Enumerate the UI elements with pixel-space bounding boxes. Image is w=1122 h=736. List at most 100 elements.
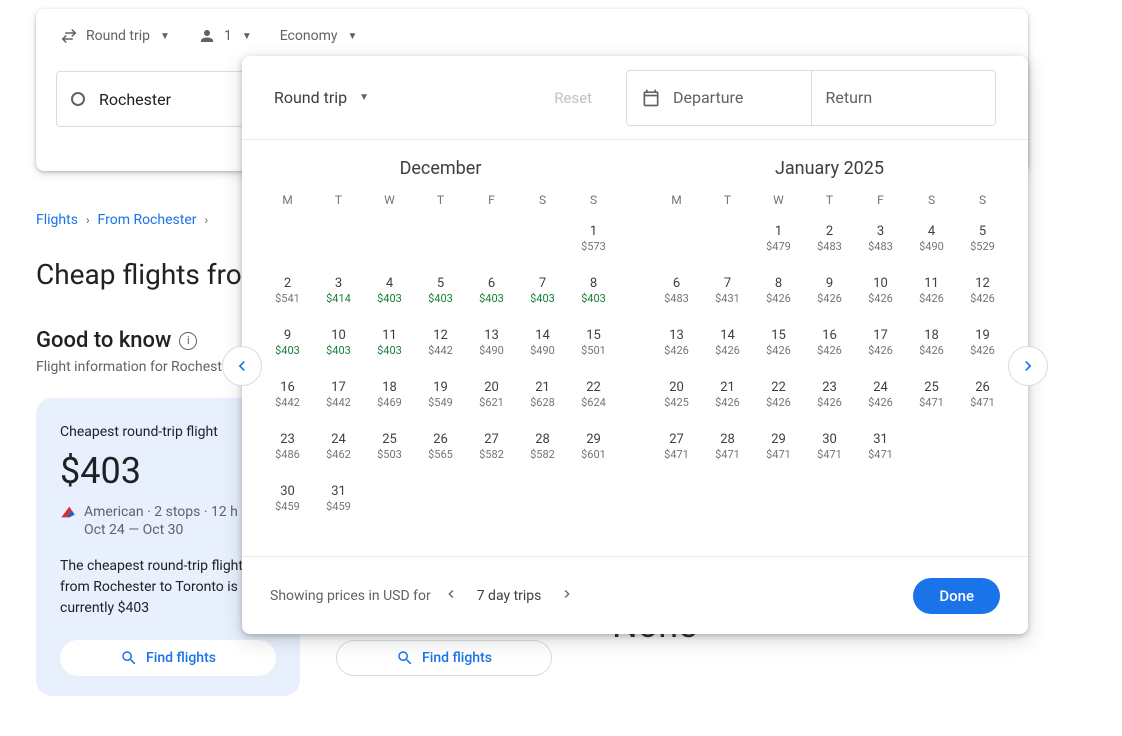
calendar-day[interactable]: 20$621 <box>466 371 517 417</box>
day-price: $431 <box>715 292 740 305</box>
calendar-day[interactable]: 25$471 <box>906 371 957 417</box>
day-price: $442 <box>428 344 453 357</box>
day-number: 29 <box>771 432 786 447</box>
calendar-day[interactable]: 26$565 <box>415 423 466 469</box>
calendar-day[interactable]: 8$426 <box>753 267 804 313</box>
day-price: $403 <box>530 292 555 305</box>
calendar-day[interactable]: 17$442 <box>313 371 364 417</box>
next-month-button[interactable] <box>1008 346 1048 386</box>
calendar-day[interactable]: 11$426 <box>906 267 957 313</box>
calendar-day[interactable]: 30$471 <box>804 423 855 469</box>
calendar-day[interactable]: 6$483 <box>651 267 702 313</box>
calendar-day[interactable]: 12$442 <box>415 319 466 365</box>
done-button[interactable]: Done <box>913 578 1000 614</box>
cabin-select[interactable]: Economy ▼ <box>276 22 362 50</box>
calendar-day[interactable]: 31$471 <box>855 423 906 469</box>
calendar-day[interactable]: 4$490 <box>906 215 957 261</box>
calendar-day[interactable]: 8$403 <box>568 267 619 313</box>
calendar-day[interactable]: 30$459 <box>262 475 313 521</box>
calendar-day[interactable]: 25$503 <box>364 423 415 469</box>
calendar-day[interactable]: 15$426 <box>753 319 804 365</box>
breadcrumb-flights[interactable]: Flights <box>36 212 78 228</box>
calendar-day[interactable]: 10$403 <box>313 319 364 365</box>
calendar-day[interactable]: 22$426 <box>753 371 804 417</box>
picker-trip-type-select[interactable]: Round trip ▼ <box>274 88 369 107</box>
day-price: $425 <box>664 396 689 409</box>
day-price: $426 <box>970 344 995 357</box>
calendar-day[interactable]: 27$471 <box>651 423 702 469</box>
day-number: 3 <box>335 276 342 291</box>
passengers-select[interactable]: 1 ▼ <box>194 21 256 51</box>
calendar-day[interactable]: 14$426 <box>702 319 753 365</box>
calendar-day[interactable]: 29$471 <box>753 423 804 469</box>
day-price: $426 <box>766 292 791 305</box>
calendar-day[interactable]: 4$403 <box>364 267 415 313</box>
calendar-day[interactable]: 21$628 <box>517 371 568 417</box>
calendar-day[interactable]: 15$501 <box>568 319 619 365</box>
calendar-day[interactable]: 10$426 <box>855 267 906 313</box>
day-number: 24 <box>331 432 346 447</box>
calendar-day[interactable]: 13$426 <box>651 319 702 365</box>
trip-length-prev[interactable] <box>443 586 459 606</box>
departure-placeholder: Departure <box>673 88 743 107</box>
calendar-day[interactable]: 24$462 <box>313 423 364 469</box>
trip-type-select[interactable]: Round trip ▼ <box>56 21 174 51</box>
day-price: $462 <box>326 448 351 461</box>
calendar-day[interactable]: 23$486 <box>262 423 313 469</box>
calendar-day[interactable]: 13$490 <box>466 319 517 365</box>
day-price: $403 <box>377 344 402 357</box>
calendar-day[interactable]: 5$403 <box>415 267 466 313</box>
calendar-day[interactable]: 18$469 <box>364 371 415 417</box>
calendar-day[interactable]: 17$426 <box>855 319 906 365</box>
calendar-month: DecemberMTWTFSS1$5732$5413$4144$4035$403… <box>262 158 619 521</box>
calendar-day[interactable]: 24$426 <box>855 371 906 417</box>
day-number: 11 <box>924 276 939 291</box>
prev-month-button[interactable] <box>222 346 262 386</box>
calendar-day[interactable]: 22$624 <box>568 371 619 417</box>
day-number: 1 <box>590 224 597 239</box>
calendar-day[interactable]: 11$403 <box>364 319 415 365</box>
info-icon[interactable]: i <box>179 332 197 350</box>
return-field[interactable]: Return <box>811 71 996 125</box>
calendar-day[interactable]: 12$426 <box>957 267 1008 313</box>
calendar-day[interactable]: 27$582 <box>466 423 517 469</box>
calendar-day[interactable]: 3$414 <box>313 267 364 313</box>
calendar-day[interactable]: 18$426 <box>906 319 957 365</box>
reset-button[interactable]: Reset <box>554 89 592 107</box>
calendar-day[interactable]: 1$479 <box>753 215 804 261</box>
calendar-day[interactable]: 29$601 <box>568 423 619 469</box>
date-range-input: Departure Return <box>626 70 996 126</box>
calendar-day[interactable]: 14$490 <box>517 319 568 365</box>
calendar-day[interactable]: 19$426 <box>957 319 1008 365</box>
find-flights-button[interactable]: Find flights <box>60 640 276 676</box>
dow-label: W <box>753 193 804 207</box>
calendar-day[interactable]: 31$459 <box>313 475 364 521</box>
calendar-day[interactable]: 16$442 <box>262 371 313 417</box>
day-price: $565 <box>428 448 453 461</box>
find-flights-button-2[interactable]: Find flights <box>336 640 552 676</box>
calendar-day[interactable]: 6$403 <box>466 267 517 313</box>
calendar-day[interactable]: 20$425 <box>651 371 702 417</box>
calendar-day[interactable]: 9$403 <box>262 319 313 365</box>
calendar-day[interactable]: 28$582 <box>517 423 568 469</box>
calendar-day[interactable]: 26$471 <box>957 371 1008 417</box>
calendar-day[interactable]: 2$541 <box>262 267 313 313</box>
calendar-day[interactable]: 28$471 <box>702 423 753 469</box>
calendar-day[interactable]: 7$431 <box>702 267 753 313</box>
calendar-day[interactable]: 1$573 <box>568 215 619 261</box>
day-price: $501 <box>581 344 606 357</box>
airline-logo-icon <box>60 504 76 520</box>
calendar-day[interactable]: 5$529 <box>957 215 1008 261</box>
calendar-day[interactable]: 19$549 <box>415 371 466 417</box>
trip-length-next[interactable] <box>559 586 575 606</box>
calendar-day[interactable]: 3$483 <box>855 215 906 261</box>
breadcrumb-from[interactable]: From Rochester <box>98 212 197 228</box>
calendar-day[interactable]: 23$426 <box>804 371 855 417</box>
calendar-day[interactable]: 16$426 <box>804 319 855 365</box>
calendar-day[interactable]: 9$426 <box>804 267 855 313</box>
departure-field[interactable]: Departure <box>627 71 811 125</box>
day-price: $469 <box>377 396 402 409</box>
calendar-day[interactable]: 2$483 <box>804 215 855 261</box>
calendar-day[interactable]: 7$403 <box>517 267 568 313</box>
calendar-day[interactable]: 21$426 <box>702 371 753 417</box>
